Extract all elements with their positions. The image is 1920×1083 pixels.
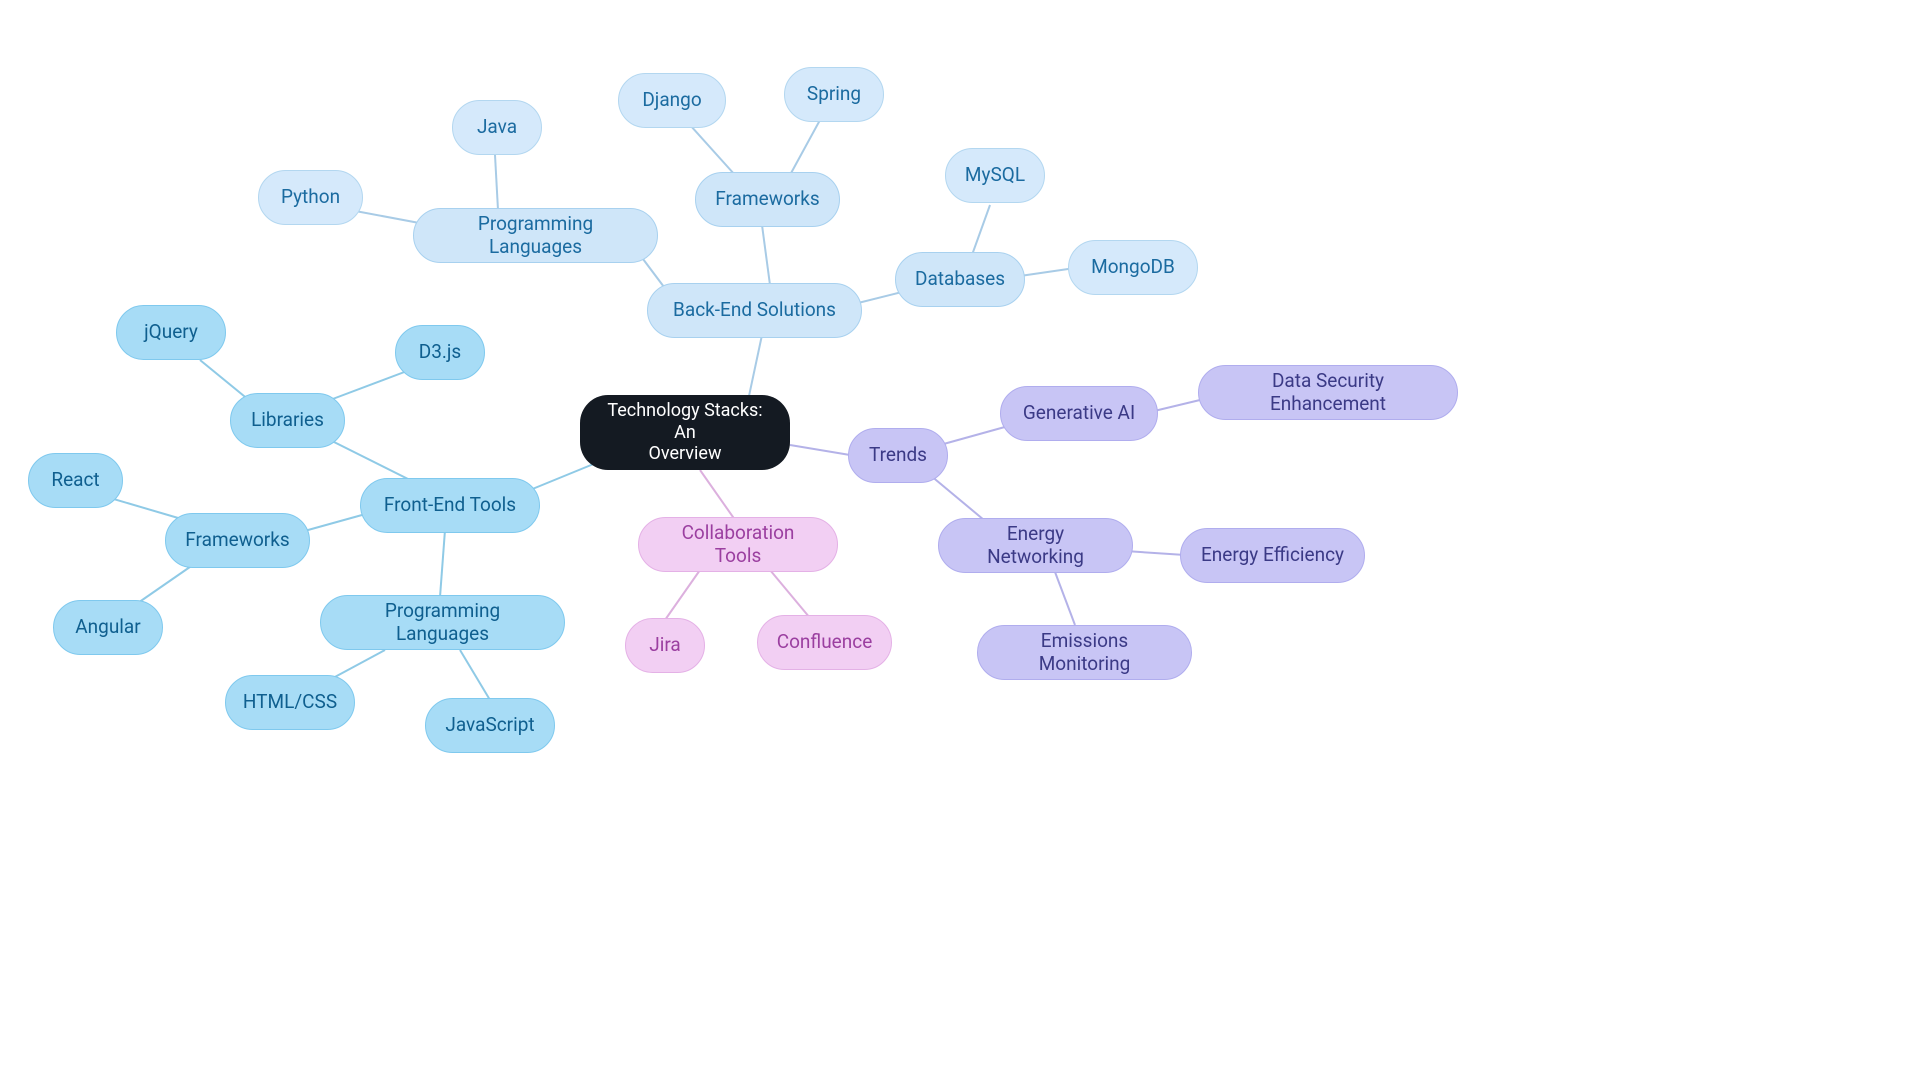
node-be-databases[interactable]: Databases [895,252,1025,307]
node-fe-frameworks[interactable]: Frameworks [165,513,310,568]
node-be-django[interactable]: Django [618,73,726,128]
node-be-python[interactable]: Python [258,170,363,225]
node-fe-js[interactable]: JavaScript [425,698,555,753]
node-fe-angular[interactable]: Angular [53,600,163,655]
node-fe-jquery[interactable]: jQuery [116,305,226,360]
root-node[interactable]: Technology Stacks: An Overview [580,395,790,470]
node-fe-libraries[interactable]: Libraries [230,393,345,448]
node-trends[interactable]: Trends [848,428,948,483]
node-fe-react[interactable]: React [28,453,123,508]
node-be-mysql[interactable]: MySQL [945,148,1045,203]
node-be-prog[interactable]: Programming Languages [413,208,658,263]
node-collab-jira[interactable]: Jira [625,618,705,673]
node-energy-efficiency[interactable]: Energy Efficiency [1180,528,1365,583]
node-collab[interactable]: Collaboration Tools [638,517,838,572]
node-be-spring[interactable]: Spring [784,67,884,122]
node-be-java[interactable]: Java [452,100,542,155]
node-energy-networking[interactable]: Energy Networking [938,518,1133,573]
node-genai[interactable]: Generative AI [1000,386,1158,441]
mindmap-canvas: Technology Stacks: An Overview Back-End … [0,0,1920,1083]
node-fe-prog[interactable]: Programming Languages [320,595,565,650]
node-collab-confluence[interactable]: Confluence [757,615,892,670]
node-fe-html[interactable]: HTML/CSS [225,675,355,730]
node-emissions[interactable]: Emissions Monitoring [977,625,1192,680]
node-fe-d3[interactable]: D3.js [395,325,485,380]
node-datasec[interactable]: Data Security Enhancement [1198,365,1458,420]
node-frontend[interactable]: Front-End Tools [360,478,540,533]
node-be-mongodb[interactable]: MongoDB [1068,240,1198,295]
node-be-frameworks[interactable]: Frameworks [695,172,840,227]
node-backend[interactable]: Back-End Solutions [647,283,862,338]
